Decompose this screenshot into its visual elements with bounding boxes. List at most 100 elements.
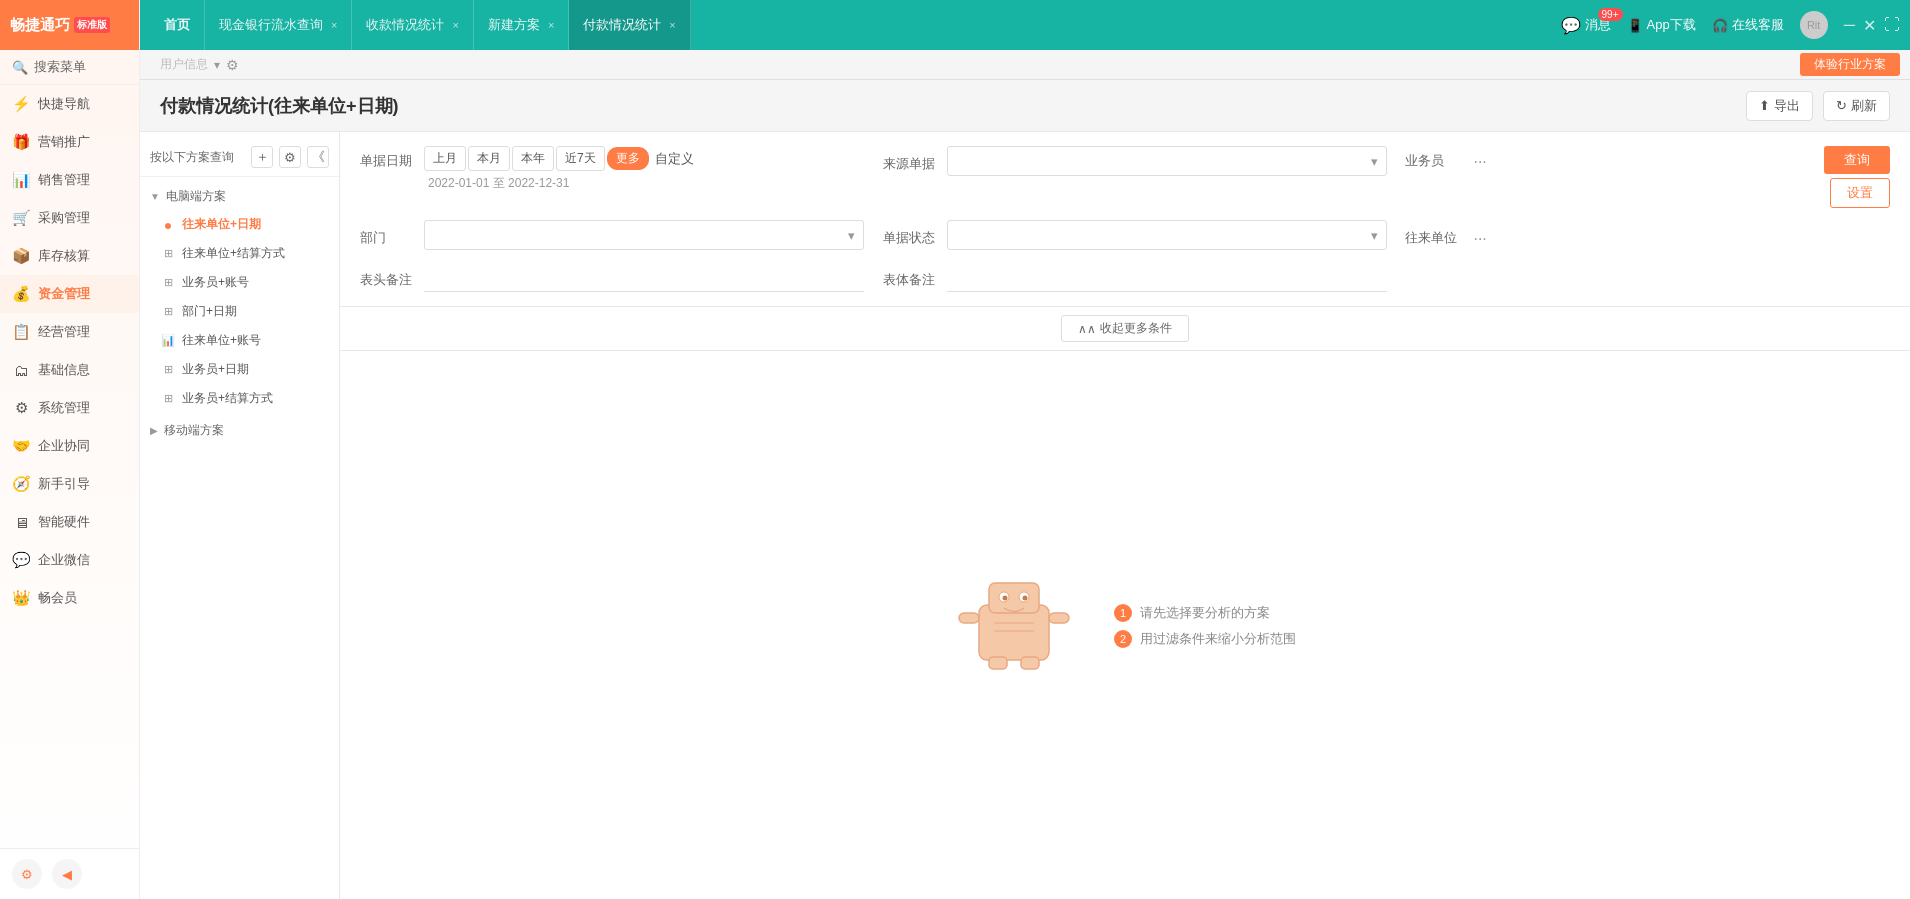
collapse-panel-btn[interactable]: 《 [307,146,329,168]
chevron-up-icon: ∧∧ [1078,322,1096,336]
plan-unit-settle[interactable]: ⊞ 往来单位+结算方式 [140,239,339,268]
svg-rect-9 [1021,657,1039,669]
plan-staff-settle[interactable]: ⊞ 业务员+结算方式 [140,384,339,413]
guide-icon: 🧭 [12,475,30,493]
sidebar-item-operation[interactable]: 📋 经营管理 [0,313,139,351]
this-month-btn[interactable]: 本月 [468,146,510,171]
user-avatar[interactable]: Rit [1800,11,1828,39]
tab-home[interactable]: 首页 [150,0,205,50]
collapse-conditions-btn[interactable]: ∧∧ 收起更多条件 [1061,315,1189,342]
query-btn[interactable]: 查询 [1824,146,1890,174]
sidebar-item-marketing[interactable]: 🎁 营销推广 [0,123,139,161]
svg-rect-8 [989,657,1007,669]
tab-new-plan-close[interactable]: × [548,19,554,31]
plan-unit-account[interactable]: 📊 往来单位+账号 [140,326,339,355]
topbar: 首页 现金银行流水查询 × 收款情况统计 × 新建方案 × 付款情况统计 × [140,0,1910,50]
sidebar-item-finance[interactable]: 💰 资金管理 [0,275,139,313]
close-icon[interactable]: ✕ [1863,16,1876,35]
dropdown-arrow[interactable]: ▾ [214,58,220,72]
svg-rect-6 [959,613,979,623]
plan-unit-account-label: 往来单位+账号 [182,332,261,349]
dept-select-arrow: ▾ [848,228,855,243]
app-download-icon: 📱 [1627,18,1643,33]
sidebar-item-search[interactable]: 🔍 搜索菜单 [0,50,139,85]
staff-ellipsis[interactable]: ... [1469,149,1490,167]
tab-new-plan[interactable]: 新建方案 × [474,0,569,50]
tab-receipt-label: 收款情况统计 [366,16,444,34]
plan-dept-date[interactable]: ⊞ 部门+日期 [140,297,339,326]
empty-hint-1: 1 请先选择要分析的方案 [1114,604,1296,622]
sidebar-item-weixin[interactable]: 💬 企业微信 [0,541,139,579]
expand-icon[interactable]: ⛶ [1884,16,1900,35]
messages-badge: 99+ [1598,8,1623,21]
tab-payment[interactable]: 付款情况统计 × [569,0,690,50]
sidebar-item-label: 畅会员 [38,589,77,607]
tab-receipt-close[interactable]: × [452,19,458,31]
sidebar-item-label: 库存核算 [38,247,90,265]
hint1-num: 1 [1114,604,1132,622]
sub-header: 付款情况统计(往来单位+日期) ⬆ 导出 ↻ 刷新 [140,80,1910,132]
sidebar-item-corp[interactable]: 🤝 企业协同 [0,427,139,465]
svg-point-4 [1003,596,1008,601]
settings-footer-btn[interactable]: ⚙ [12,859,42,889]
online-service-label: 在线客服 [1732,16,1784,34]
more-date-btn[interactable]: 更多 [607,147,649,170]
tab-payment-close[interactable]: × [669,19,675,31]
tab-bank-close[interactable]: × [331,19,337,31]
filter-settings-btn[interactable]: 设置 [1830,178,1890,208]
tab-payment-label: 付款情况统计 [583,16,661,34]
online-service-btn[interactable]: 🎧 在线客服 [1712,16,1784,34]
sidebar-item-stock[interactable]: 📦 库存核算 [0,237,139,275]
sidebar-item-label: 新手引导 [38,475,90,493]
sidebar-item-vip[interactable]: 👑 畅会员 [0,579,139,617]
head-note-input[interactable] [424,262,864,292]
sidebar-item-purchase[interactable]: 🛒 采购管理 [0,199,139,237]
svg-rect-7 [1049,613,1069,623]
sidebar-item-guide[interactable]: 🧭 新手引导 [0,465,139,503]
plan-staff-account[interactable]: ⊞ 业务员+账号 [140,268,339,297]
doc-status-select[interactable]: ▾ [947,220,1387,250]
sidebar-item-basic[interactable]: 🗂 基础信息 [0,351,139,389]
sidebar-item-sales[interactable]: 📊 销售管理 [0,161,139,199]
header-gear-icon[interactable]: ⚙ [226,57,239,73]
page-title: 付款情况统计(往来单位+日期) [160,94,399,118]
plan-unit-date[interactable]: ● 往来单位+日期 [140,210,339,239]
body-note-input[interactable] [947,262,1387,292]
add-plan-btn[interactable]: ＋ [251,146,273,168]
source-select[interactable]: ▾ [947,146,1387,176]
hint1-text: 请先选择要分析的方案 [1140,604,1270,622]
tab-bank[interactable]: 现金银行流水查询 × [205,0,352,50]
tab-new-plan-label: 新建方案 [488,16,540,34]
plan-grid5-icon: ⊞ [160,391,176,407]
mobile-group-title[interactable]: ▶ 移动端方案 [140,417,339,444]
last-month-btn[interactable]: 上月 [424,146,466,171]
sidebar-item-quick-nav[interactable]: ⚡ 快捷导航 [0,85,139,123]
try-industry-btn[interactable]: 体验行业方案 [1800,53,1900,76]
export-label: 导出 [1774,97,1800,115]
collapse-bar[interactable]: ∧∧ 收起更多条件 [340,307,1910,351]
export-btn[interactable]: ⬆ 导出 [1746,91,1813,121]
last-7days-btn[interactable]: 近7天 [556,146,605,171]
plan-chart-icon: 📊 [160,333,176,349]
hint2-num: 2 [1114,630,1132,648]
plan-grid-icon: ⊞ [160,246,176,262]
unit-ellipsis[interactable]: ... [1469,226,1490,244]
plan-grid2-icon: ⊞ [160,275,176,291]
sidebar-item-hardware[interactable]: 🖥 智能硬件 [0,503,139,541]
minimize-icon[interactable]: ─ [1844,16,1855,35]
content-area: 按以下方案查询 ＋ ⚙ 《 ▼ 电脑端方案 ● 往来单位+日期 ⊞ [140,132,1910,899]
collapse-sidebar-btn[interactable]: ◀ [52,859,82,889]
dept-select[interactable]: ▾ [424,220,864,250]
refresh-btn[interactable]: ↻ 刷新 [1823,91,1890,121]
sidebar: 畅捷通巧 标准版 🔍 搜索菜单 ⚡ 快捷导航 🎁 营销推广 📊 销售管理 🛒 采… [0,0,140,899]
app-download-btn[interactable]: 📱 App下载 [1627,16,1696,34]
empty-text-area: 1 请先选择要分析的方案 2 用过滤条件来缩小分析范围 [1114,604,1296,656]
plan-staff-date[interactable]: ⊞ 业务员+日期 [140,355,339,384]
messages-btn[interactable]: 💬 消息 99+ [1561,16,1611,35]
settings-plan-btn[interactable]: ⚙ [279,146,301,168]
desktop-group-title[interactable]: ▼ 电脑端方案 [140,183,339,210]
export-icon: ⬆ [1759,98,1770,113]
sidebar-item-system[interactable]: ⚙ 系统管理 [0,389,139,427]
this-year-btn[interactable]: 本年 [512,146,554,171]
tab-receipt[interactable]: 收款情况统计 × [352,0,473,50]
